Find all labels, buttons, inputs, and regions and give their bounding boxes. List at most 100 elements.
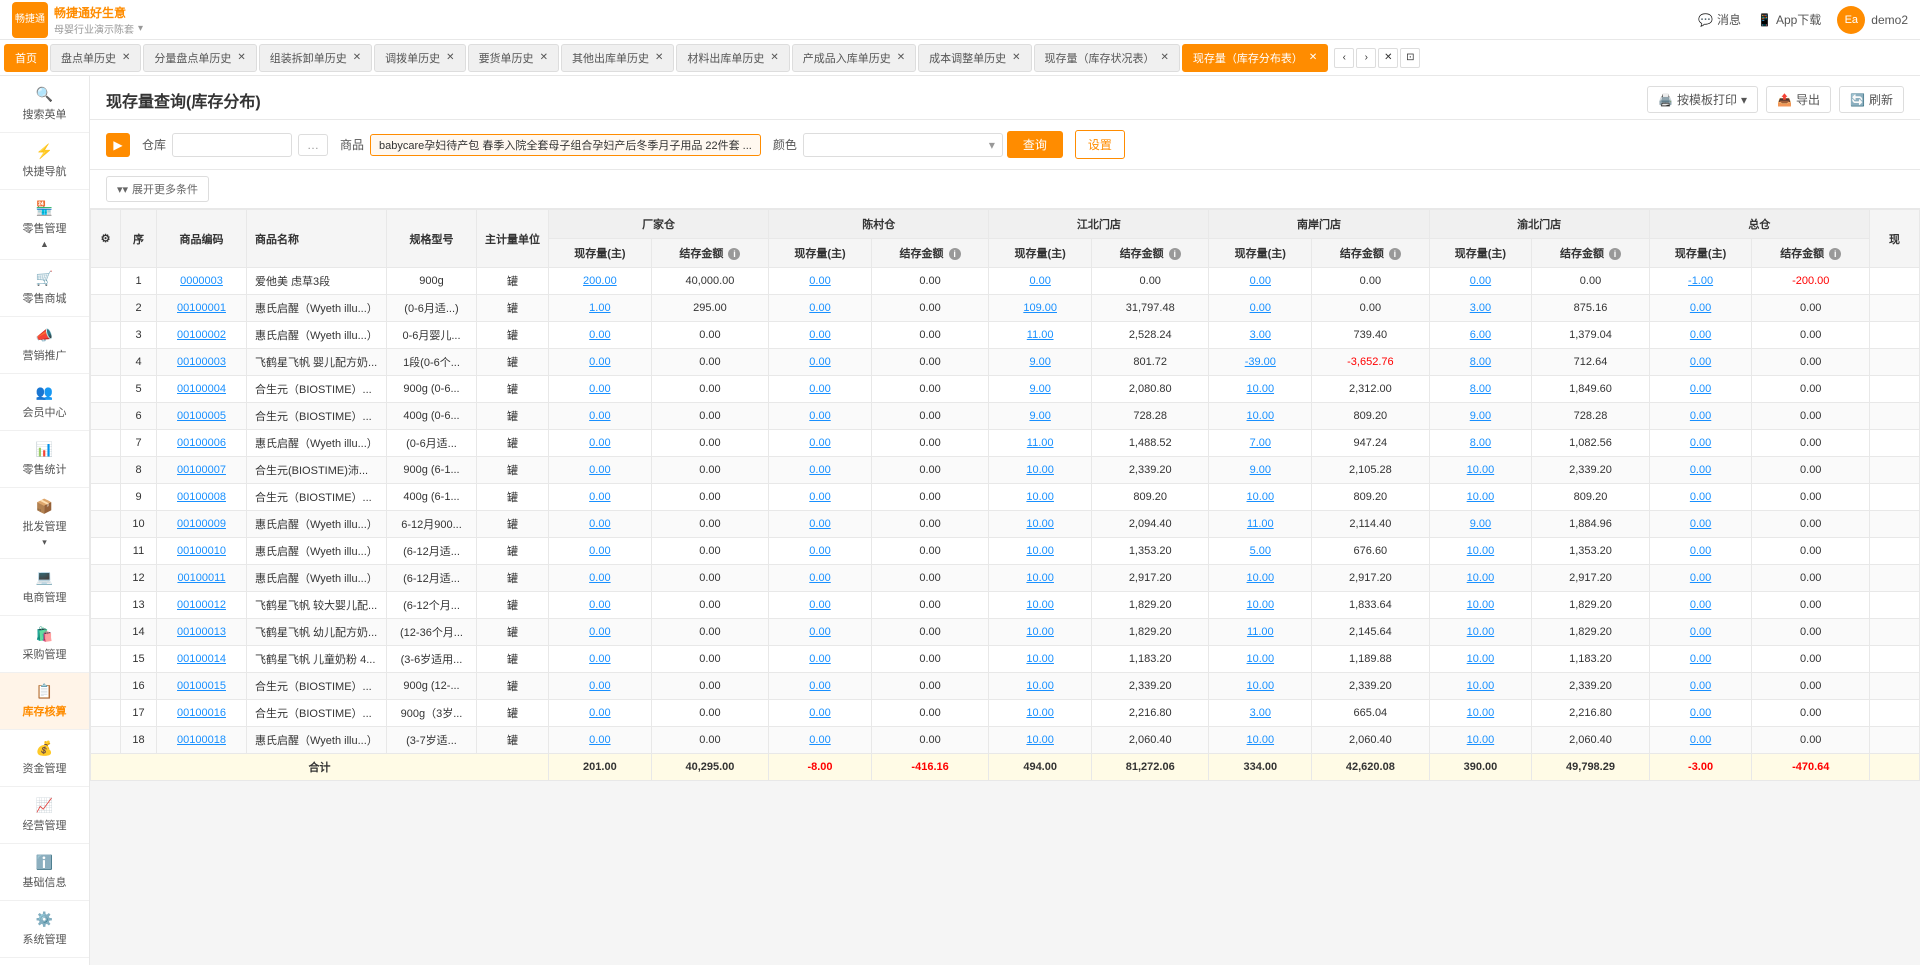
table-cell[interactable]: 0.00 bbox=[1649, 295, 1752, 322]
table-cell[interactable]: 0.00 bbox=[769, 673, 872, 700]
table-cell[interactable]: 9.00 bbox=[1209, 457, 1312, 484]
close-icon[interactable]: ✕ bbox=[1012, 52, 1020, 63]
sidebar-item-marketing[interactable]: 📣 营销推广 bbox=[0, 317, 89, 374]
table-cell[interactable]: 7.00 bbox=[1209, 430, 1312, 457]
table-cell[interactable]: 10.00 bbox=[989, 484, 1092, 511]
table-cell[interactable]: 0.00 bbox=[769, 511, 872, 538]
table-cell[interactable]: 00100015 bbox=[157, 673, 247, 700]
sidebar-item-retail-mgmt[interactable]: 🏪 零售管理 ▲ bbox=[0, 190, 89, 260]
table-cell[interactable]: -39.00 bbox=[1209, 349, 1312, 376]
sidebar-item-inventory[interactable]: 📋 库存核算 bbox=[0, 673, 89, 730]
table-cell[interactable]: 11.00 bbox=[989, 430, 1092, 457]
table-cell[interactable]: 0.00 bbox=[1209, 268, 1312, 295]
close-icon[interactable]: ✕ bbox=[897, 52, 905, 63]
expand-conditions-btn[interactable]: ▾▾ 展开更多条件 bbox=[106, 176, 209, 202]
export-btn[interactable]: 📤 导出 bbox=[1766, 86, 1831, 113]
table-cell[interactable]: 10.00 bbox=[989, 727, 1092, 754]
close-icon[interactable]: ✕ bbox=[353, 52, 361, 63]
search-btn[interactable]: 查询 bbox=[1007, 131, 1063, 158]
table-cell[interactable]: 0.00 bbox=[549, 430, 652, 457]
sidebar-item-nav[interactable]: ⚡ 快捷导航 bbox=[0, 133, 89, 190]
table-cell[interactable]: 3.00 bbox=[1209, 322, 1312, 349]
table-cell[interactable]: 00100003 bbox=[157, 349, 247, 376]
info-icon[interactable]: i bbox=[1389, 248, 1401, 260]
nav-expand-btn[interactable]: ⊡ bbox=[1400, 48, 1420, 68]
info-icon[interactable]: i bbox=[1829, 248, 1841, 260]
table-cell[interactable]: 10.00 bbox=[989, 457, 1092, 484]
table-cell[interactable]: 0.00 bbox=[769, 646, 872, 673]
tab-inventory-status[interactable]: 现存量（库存状况表） ✕ bbox=[1034, 44, 1180, 72]
table-cell[interactable]: 10.00 bbox=[1209, 673, 1312, 700]
table-cell[interactable]: 10.00 bbox=[989, 538, 1092, 565]
table-cell[interactable]: 10.00 bbox=[1429, 457, 1532, 484]
table-cell[interactable]: 0.00 bbox=[1649, 484, 1752, 511]
table-cell[interactable]: 0.00 bbox=[549, 457, 652, 484]
table-cell[interactable]: 0.00 bbox=[1649, 700, 1752, 727]
table-cell[interactable]: 11.00 bbox=[1209, 511, 1312, 538]
table-cell[interactable]: 8.00 bbox=[1429, 349, 1532, 376]
table-cell[interactable]: 10.00 bbox=[1429, 727, 1532, 754]
sidebar-item-retail-stats[interactable]: 📊 零售统计 bbox=[0, 431, 89, 488]
table-cell[interactable]: 8.00 bbox=[1429, 430, 1532, 457]
table-cell[interactable]: 0.00 bbox=[769, 700, 872, 727]
table-cell[interactable]: 0.00 bbox=[769, 565, 872, 592]
table-cell[interactable]: 0.00 bbox=[1649, 727, 1752, 754]
table-cell[interactable]: 00100009 bbox=[157, 511, 247, 538]
sidebar-item-purchase[interactable]: 🛍️ 采购管理 bbox=[0, 616, 89, 673]
table-cell[interactable]: 11.00 bbox=[1209, 619, 1312, 646]
table-cell[interactable]: 0.00 bbox=[1649, 646, 1752, 673]
table-cell[interactable]: 10.00 bbox=[1429, 565, 1532, 592]
table-cell[interactable]: 0.00 bbox=[549, 727, 652, 754]
close-icon[interactable]: ✕ bbox=[655, 52, 663, 63]
table-cell[interactable]: 0.00 bbox=[1649, 592, 1752, 619]
table-cell[interactable]: 10.00 bbox=[989, 592, 1092, 619]
table-cell[interactable]: 0.00 bbox=[549, 322, 652, 349]
table-cell[interactable]: 00100014 bbox=[157, 646, 247, 673]
table-cell[interactable]: 8.00 bbox=[1429, 376, 1532, 403]
table-cell[interactable]: 10.00 bbox=[1429, 538, 1532, 565]
tab-portion-history[interactable]: 分量盘点单历史 ✕ bbox=[143, 44, 256, 72]
table-cell[interactable]: 9.00 bbox=[989, 376, 1092, 403]
table-cell[interactable]: 0.00 bbox=[1649, 430, 1752, 457]
table-cell[interactable]: 1.00 bbox=[549, 295, 652, 322]
table-cell[interactable]: 10.00 bbox=[1209, 646, 1312, 673]
table-cell[interactable]: 0.00 bbox=[1209, 295, 1312, 322]
info-icon[interactable]: i bbox=[1609, 248, 1621, 260]
table-cell[interactable]: 0.00 bbox=[549, 484, 652, 511]
table-cell[interactable]: 9.00 bbox=[1429, 511, 1532, 538]
table-cell[interactable]: 0.00 bbox=[1429, 268, 1532, 295]
message-btn[interactable]: 💬 消息 bbox=[1698, 11, 1741, 28]
user-info[interactable]: Ea demo2 bbox=[1837, 6, 1908, 34]
close-icon[interactable]: ✕ bbox=[1161, 52, 1169, 63]
table-cell[interactable]: 10.00 bbox=[989, 700, 1092, 727]
print-btn[interactable]: 🖨️ 按模板打印 ▾ bbox=[1647, 86, 1758, 113]
table-cell[interactable]: 0.00 bbox=[769, 349, 872, 376]
table-cell[interactable]: 0.00 bbox=[769, 484, 872, 511]
table-cell[interactable]: 10.00 bbox=[1429, 484, 1532, 511]
table-cell[interactable]: 0.00 bbox=[549, 646, 652, 673]
tab-product-in-history[interactable]: 产成品入库单历史 ✕ bbox=[792, 44, 916, 72]
table-cell[interactable]: 00100004 bbox=[157, 376, 247, 403]
sidebar-item-member[interactable]: 👥 会员中心 bbox=[0, 374, 89, 431]
close-icon[interactable]: ✕ bbox=[122, 52, 130, 63]
col-gear[interactable]: ⚙ bbox=[91, 210, 121, 268]
table-cell[interactable]: -1.00 bbox=[1649, 268, 1752, 295]
table-cell[interactable]: 6.00 bbox=[1429, 322, 1532, 349]
table-cell[interactable]: 10.00 bbox=[989, 511, 1092, 538]
sidebar-item-basic-info[interactable]: ℹ️ 基础信息 bbox=[0, 844, 89, 901]
warehouse-select-btn[interactable]: … bbox=[298, 134, 328, 156]
table-cell[interactable]: 0.00 bbox=[1649, 322, 1752, 349]
table-cell[interactable]: 10.00 bbox=[1429, 646, 1532, 673]
sidebar-item-system[interactable]: ⚙️ 系统管理 bbox=[0, 901, 89, 958]
table-cell[interactable]: 10.00 bbox=[1429, 592, 1532, 619]
tab-assembly-history[interactable]: 组装拆卸单历史 ✕ bbox=[259, 44, 372, 72]
sidebar-item-wholesale[interactable]: 📦 批发管理 ▾ bbox=[0, 488, 89, 559]
table-cell[interactable]: 5.00 bbox=[1209, 538, 1312, 565]
sidebar-item-ecommerce[interactable]: 💻 电商管理 bbox=[0, 559, 89, 616]
table-cell[interactable]: 00100005 bbox=[157, 403, 247, 430]
table-cell[interactable]: 0.00 bbox=[769, 430, 872, 457]
table-cell[interactable]: 0.00 bbox=[769, 376, 872, 403]
table-cell[interactable]: 0.00 bbox=[1649, 349, 1752, 376]
table-cell[interactable]: 10.00 bbox=[989, 646, 1092, 673]
table-cell[interactable]: 0.00 bbox=[549, 565, 652, 592]
